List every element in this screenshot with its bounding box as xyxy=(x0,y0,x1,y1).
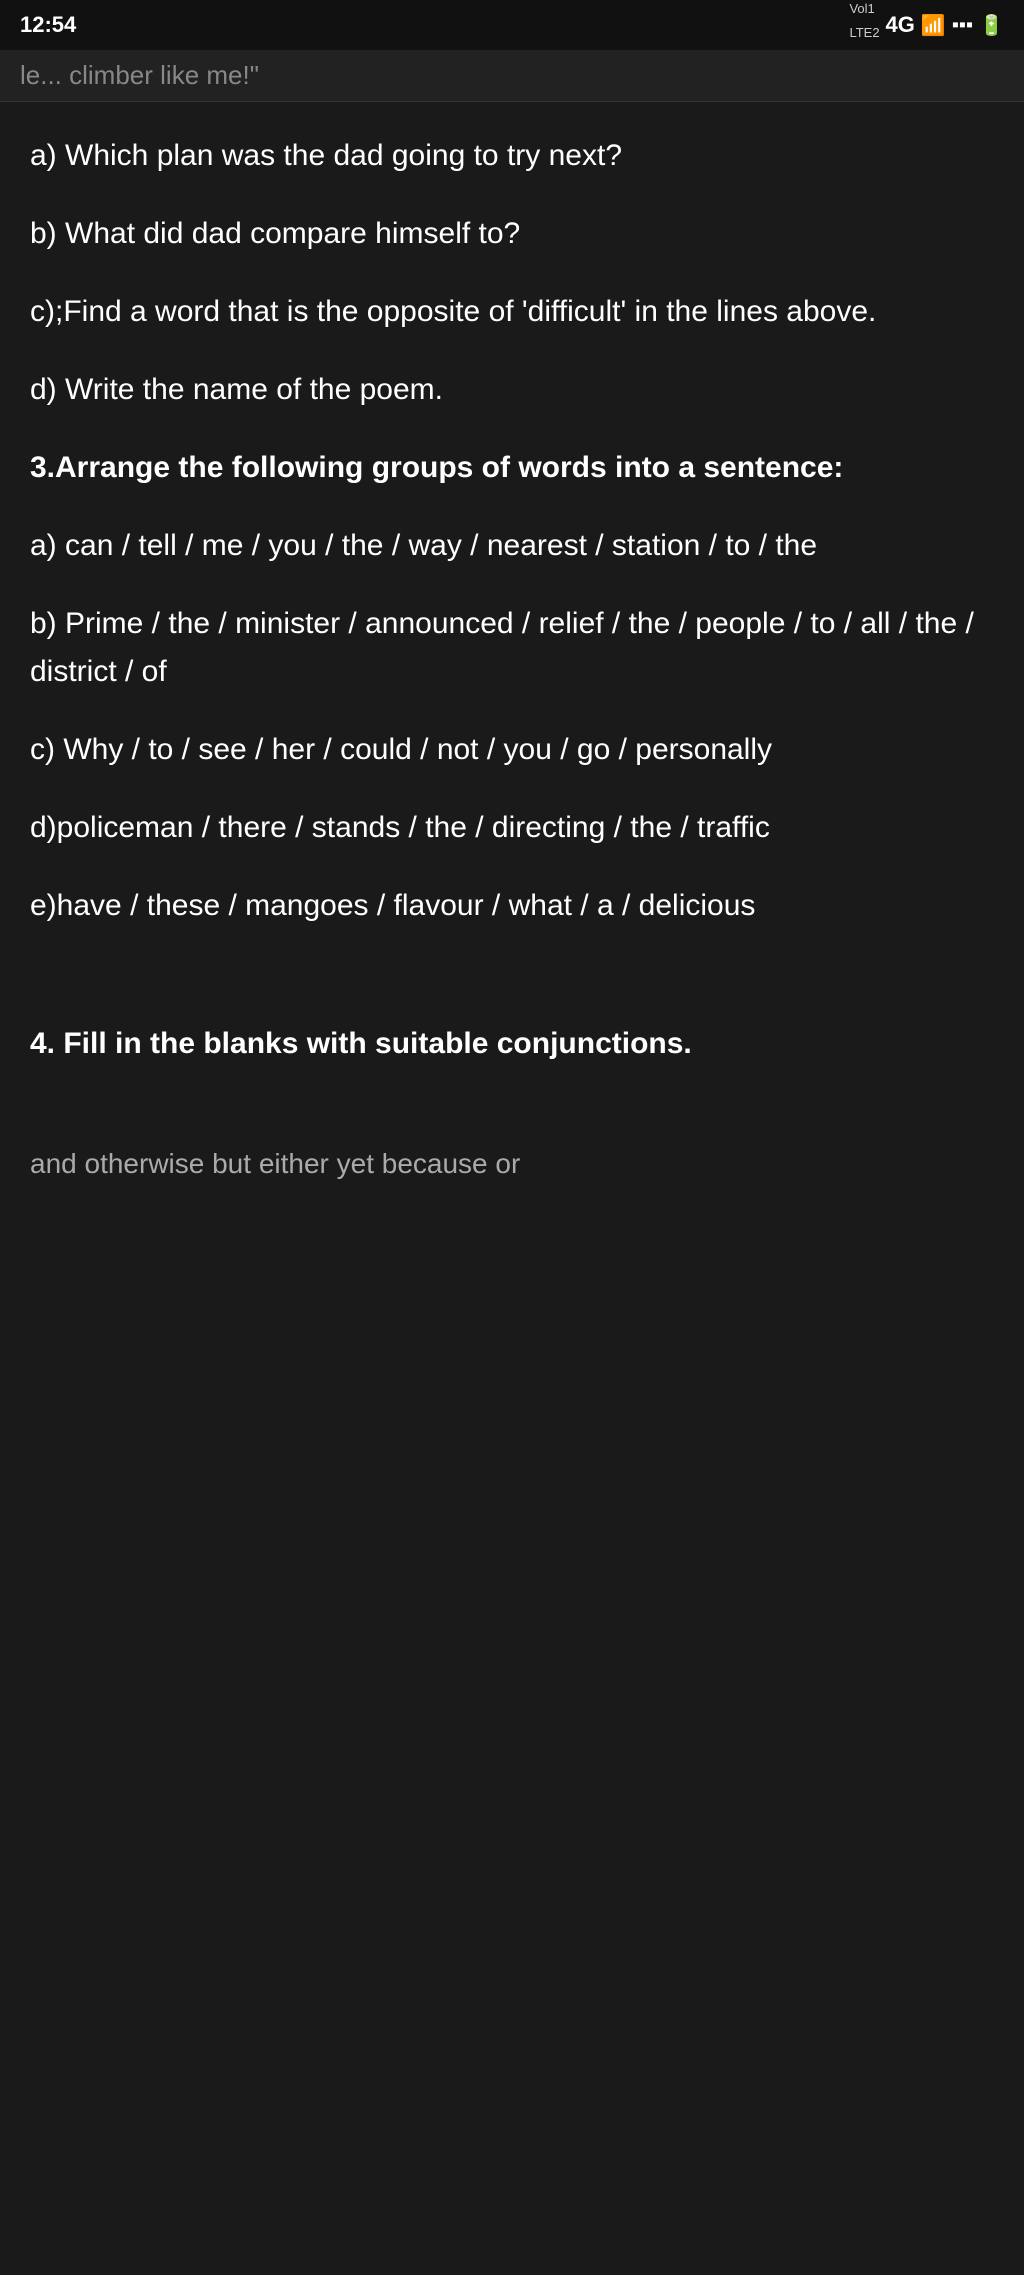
status-bar: 12:54 Vol1LTE2 4G 📶 ▪▪▪ 🔋 xyxy=(0,0,1024,50)
section3-item-b: b) Prime / the / minister / announced / … xyxy=(30,600,994,696)
battery-icon: 🔋 xyxy=(979,13,1004,38)
status-icons: Vol1LTE2 4G 📶 ▪▪▪ 🔋 xyxy=(849,1,1004,49)
network-type: 4G xyxy=(886,12,915,38)
question-d: d) Write the name of the poem. xyxy=(30,366,994,414)
top-bar-text: le... climber like me!" xyxy=(0,50,1024,102)
signal-icon: 📶 xyxy=(921,13,946,38)
spacer xyxy=(30,960,994,1020)
network-label: Vol1LTE2 xyxy=(849,1,879,49)
section3-item-a: a) can / tell / me / you / the / way / n… xyxy=(30,522,994,570)
section3-item-e: e)have / these / mangoes / flavour / wha… xyxy=(30,882,994,930)
status-time: 12:54 xyxy=(20,12,76,38)
bottom-conjunction-list: and otherwise but either yet because or xyxy=(0,1138,1024,1190)
main-content: a) Which plan was the dad going to try n… xyxy=(0,102,1024,1138)
section3-item-d: d)policeman / there / stands / the / dir… xyxy=(30,804,994,852)
section-4-heading-block: 4. Fill in the blanks with suitable conj… xyxy=(30,1020,994,1068)
question-c: c);Find a word that is the opposite of '… xyxy=(30,288,994,336)
wifi-icon: ▪▪▪ xyxy=(952,14,973,37)
section3-item-c: c) Why / to / see / her / could / not / … xyxy=(30,726,994,774)
question-b: b) What did dad compare himself to? xyxy=(30,210,994,258)
question-a: a) Which plan was the dad going to try n… xyxy=(30,132,994,180)
section-3-heading-block: 3.Arrange the following groups of words … xyxy=(30,444,994,492)
